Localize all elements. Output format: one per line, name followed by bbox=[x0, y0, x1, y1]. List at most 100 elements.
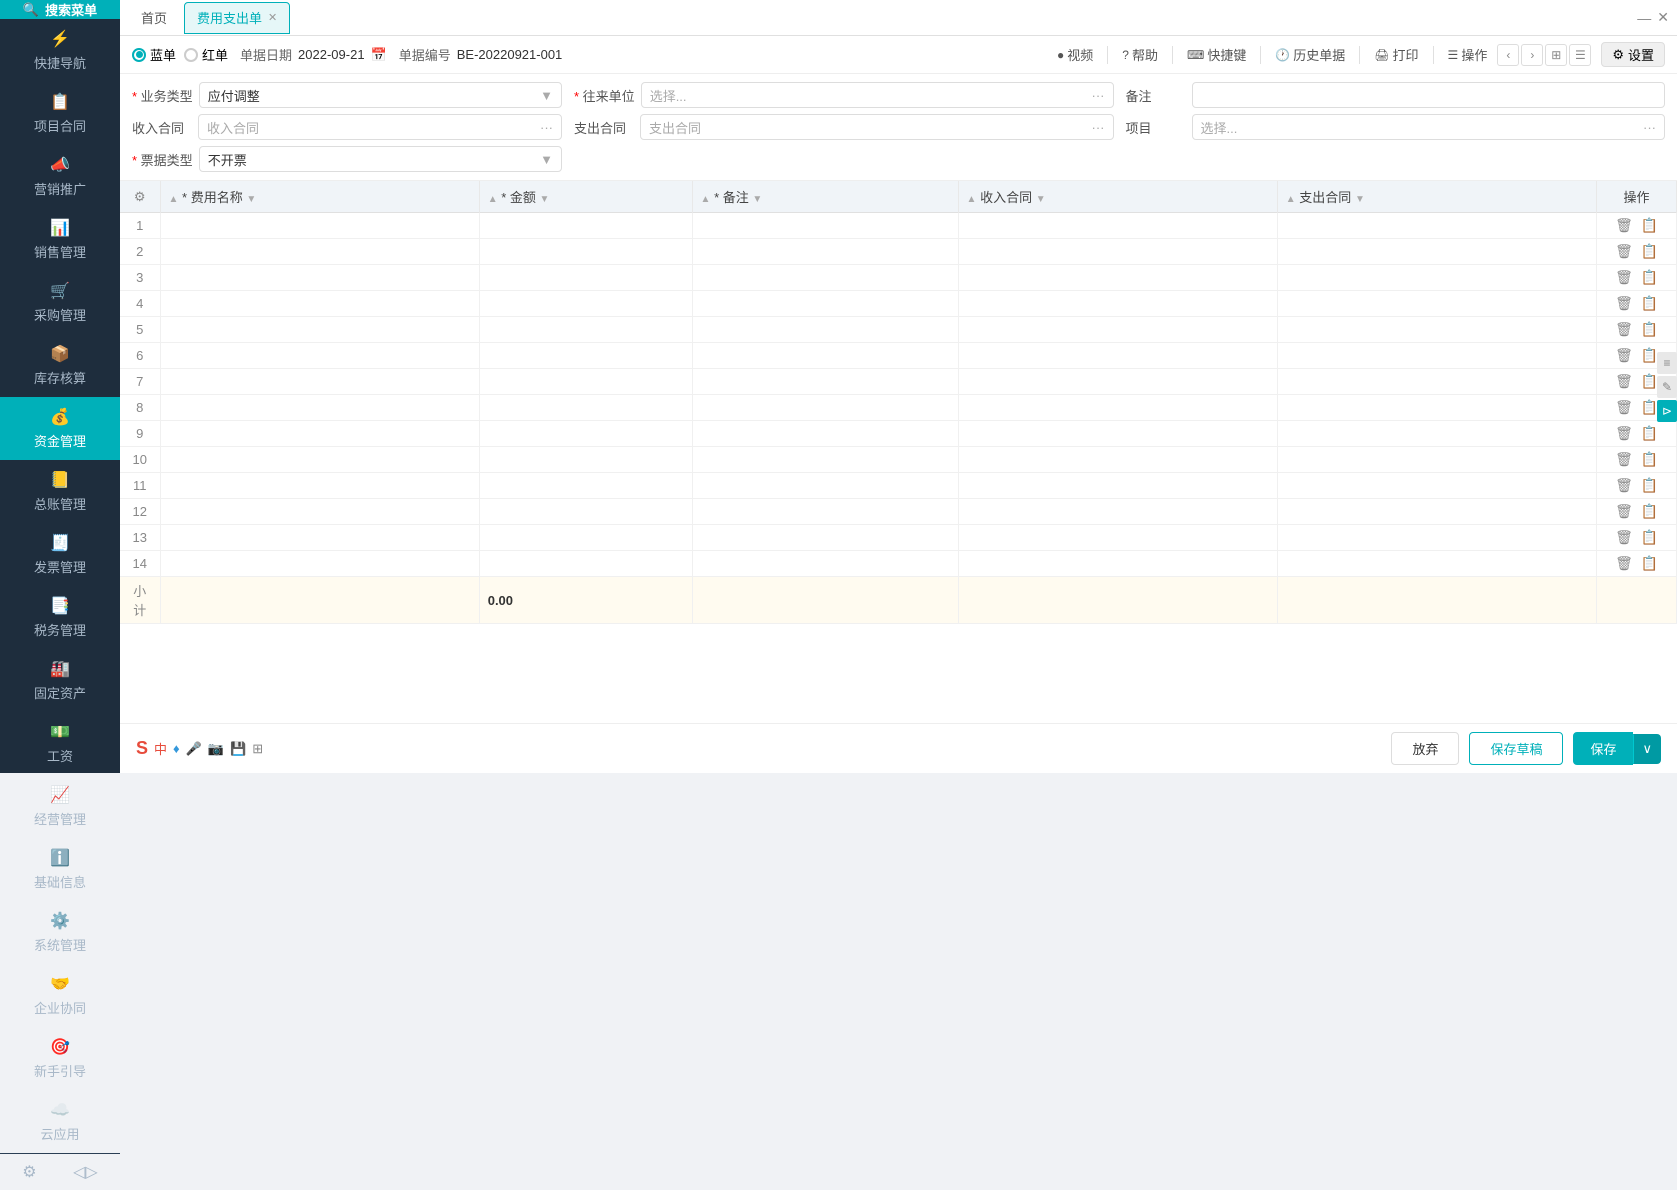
sidebar-item-system[interactable]: ⚙️系统管理 bbox=[0, 901, 120, 964]
row-expense-c-8[interactable] bbox=[1277, 395, 1596, 421]
row-income-13[interactable] bbox=[958, 525, 1277, 551]
row-expense-c-4[interactable] bbox=[1277, 291, 1596, 317]
copy-row-3-icon[interactable]: 📋 bbox=[1640, 269, 1657, 285]
row-expense-3[interactable] bbox=[160, 265, 479, 291]
sort-down-expense[interactable]: ▼ bbox=[246, 194, 256, 205]
row-amount-3[interactable] bbox=[479, 265, 692, 291]
row-expense-9[interactable] bbox=[160, 421, 479, 447]
delete-row-7-icon[interactable]: 🗑 bbox=[1615, 373, 1633, 389]
shortcut-btn[interactable]: ⌨ 快捷键 bbox=[1187, 45, 1246, 64]
sidebar-item-capital[interactable]: 💰资金管理 bbox=[0, 397, 120, 460]
row-expense-5[interactable] bbox=[160, 317, 479, 343]
row-expense-2[interactable] bbox=[160, 239, 479, 265]
delete-row-10-icon[interactable]: 🗑 bbox=[1615, 451, 1633, 467]
save-main-btn[interactable]: 保存 bbox=[1573, 732, 1633, 765]
row-amount-5[interactable] bbox=[479, 317, 692, 343]
copy-row-8-icon[interactable]: 📋 bbox=[1640, 399, 1657, 415]
row-expense-8[interactable] bbox=[160, 395, 479, 421]
delete-row-1-icon[interactable]: 🗑 bbox=[1615, 217, 1633, 233]
delete-row-12-icon[interactable]: 🗑 bbox=[1615, 503, 1633, 519]
help-btn[interactable]: ? 帮助 bbox=[1122, 45, 1158, 64]
calendar-icon[interactable]: 📅 bbox=[371, 47, 387, 63]
sort-down-expense-c[interactable]: ▼ bbox=[1355, 194, 1365, 205]
row-income-3[interactable] bbox=[958, 265, 1277, 291]
row-expense-c-11[interactable] bbox=[1277, 473, 1596, 499]
sidebar-item-ledger[interactable]: 📒总账管理 bbox=[0, 460, 120, 523]
row-amount-11[interactable] bbox=[479, 473, 692, 499]
row-expense-c-2[interactable] bbox=[1277, 239, 1596, 265]
edge-btn-1[interactable]: ≡ bbox=[1657, 352, 1677, 374]
project-ellipsis[interactable]: ··· bbox=[1643, 120, 1656, 135]
row-expense-c-1[interactable] bbox=[1277, 213, 1596, 239]
date-value[interactable]: 2022-09-21 bbox=[298, 47, 365, 62]
row-income-1[interactable] bbox=[958, 213, 1277, 239]
sidebar-item-fixed-assets[interactable]: 🏭固定资产 bbox=[0, 649, 120, 712]
save-arrow-btn[interactable]: ∨ bbox=[1633, 734, 1661, 764]
sidebar-item-tax[interactable]: 📑税务管理 bbox=[0, 586, 120, 649]
project-input[interactable]: 选择... ··· bbox=[1192, 114, 1666, 140]
volume-bottom-icon[interactable]: ◁▷ bbox=[73, 1162, 98, 1182]
copy-row-5-icon[interactable]: 📋 bbox=[1640, 321, 1657, 337]
row-amount-14[interactable] bbox=[479, 551, 692, 577]
row-income-7[interactable] bbox=[958, 369, 1277, 395]
row-note-11[interactable] bbox=[692, 473, 958, 499]
row-expense-13[interactable] bbox=[160, 525, 479, 551]
copy-row-2-icon[interactable]: 📋 bbox=[1640, 243, 1657, 259]
tab-expense-close[interactable]: ✕ bbox=[268, 11, 277, 24]
row-income-11[interactable] bbox=[958, 473, 1277, 499]
sidebar-item-marketing[interactable]: 📣营销推广 bbox=[0, 145, 120, 208]
income-contract-input[interactable]: 收入合同 ··· bbox=[198, 114, 562, 140]
tab-home[interactable]: 首页 bbox=[128, 2, 180, 34]
sidebar-item-invoice[interactable]: 🧾发票管理 bbox=[0, 523, 120, 586]
copy-row-7-icon[interactable]: 📋 bbox=[1640, 373, 1657, 389]
row-note-12[interactable] bbox=[692, 499, 958, 525]
note-input[interactable] bbox=[1192, 82, 1666, 108]
delete-row-2-icon[interactable]: 🗑 bbox=[1615, 243, 1633, 259]
copy-row-6-icon[interactable]: 📋 bbox=[1640, 347, 1657, 363]
row-expense-c-6[interactable] bbox=[1277, 343, 1596, 369]
row-expense-4[interactable] bbox=[160, 291, 479, 317]
delete-row-6-icon[interactable]: 🗑 bbox=[1615, 347, 1633, 363]
row-expense-10[interactable] bbox=[160, 447, 479, 473]
row-income-14[interactable] bbox=[958, 551, 1277, 577]
sidebar-item-newbie[interactable]: 🎯新手引导 bbox=[0, 1027, 120, 1090]
expense-contract-ellipsis[interactable]: ··· bbox=[1092, 120, 1105, 135]
row-note-1[interactable] bbox=[692, 213, 958, 239]
row-expense-c-12[interactable] bbox=[1277, 499, 1596, 525]
copy-row-9-icon[interactable]: 📋 bbox=[1640, 425, 1657, 441]
row-income-2[interactable] bbox=[958, 239, 1277, 265]
row-expense-c-3[interactable] bbox=[1277, 265, 1596, 291]
settings-btn[interactable]: ⚙ 设置 bbox=[1601, 42, 1665, 67]
business-type-input[interactable]: 应付调整 ▼ bbox=[199, 82, 562, 108]
row-note-8[interactable] bbox=[692, 395, 958, 421]
row-note-5[interactable] bbox=[692, 317, 958, 343]
row-expense-c-5[interactable] bbox=[1277, 317, 1596, 343]
row-amount-1[interactable] bbox=[479, 213, 692, 239]
copy-row-1-icon[interactable]: 📋 bbox=[1640, 217, 1657, 233]
partner-ellipsis[interactable]: ··· bbox=[1092, 88, 1105, 103]
row-expense-1[interactable] bbox=[160, 213, 479, 239]
sort-up-note[interactable]: ▲ bbox=[701, 194, 711, 205]
delete-row-14-icon[interactable]: 🗑 bbox=[1615, 555, 1633, 571]
row-expense-6[interactable] bbox=[160, 343, 479, 369]
delete-row-3-icon[interactable]: 🗑 bbox=[1615, 269, 1633, 285]
sidebar-item-basic-info[interactable]: ℹ️基础信息 bbox=[0, 838, 120, 901]
row-income-5[interactable] bbox=[958, 317, 1277, 343]
row-amount-4[interactable] bbox=[479, 291, 692, 317]
copy-row-13-icon[interactable]: 📋 bbox=[1640, 529, 1657, 545]
sort-up-income[interactable]: ▲ bbox=[967, 194, 977, 205]
row-amount-10[interactable] bbox=[479, 447, 692, 473]
delete-row-8-icon[interactable]: 🗑 bbox=[1615, 399, 1633, 415]
row-income-8[interactable] bbox=[958, 395, 1277, 421]
history-btn[interactable]: 🕐 历史单据 bbox=[1275, 45, 1345, 64]
edge-btn-green[interactable]: ⊳ bbox=[1657, 400, 1677, 422]
row-expense-c-13[interactable] bbox=[1277, 525, 1596, 551]
sort-down-amount[interactable]: ▼ bbox=[540, 194, 550, 205]
gear-icon[interactable]: ⚙ bbox=[134, 189, 146, 204]
delete-row-13-icon[interactable]: 🗑 bbox=[1615, 529, 1633, 545]
row-expense-c-10[interactable] bbox=[1277, 447, 1596, 473]
row-income-12[interactable] bbox=[958, 499, 1277, 525]
row-note-4[interactable] bbox=[692, 291, 958, 317]
sidebar-item-operations[interactable]: 📈经营管理 bbox=[0, 775, 120, 838]
row-expense-14[interactable] bbox=[160, 551, 479, 577]
